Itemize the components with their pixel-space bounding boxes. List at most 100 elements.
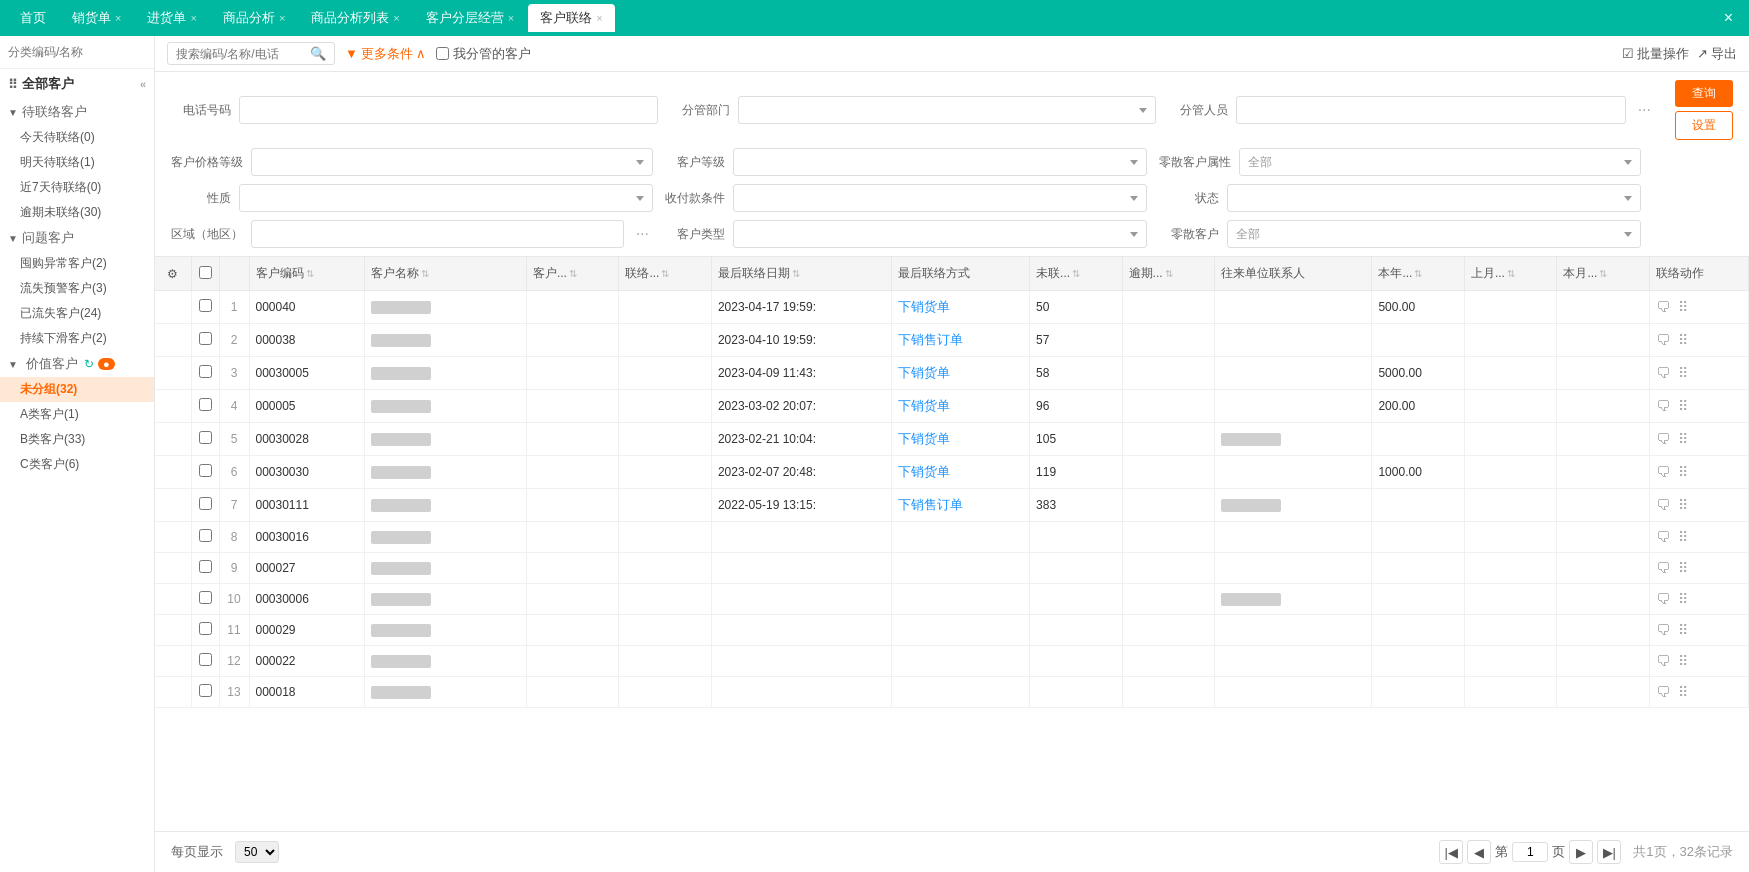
status-select[interactable] xyxy=(1227,184,1641,212)
close-analysis-list-tab[interactable]: × xyxy=(393,12,399,24)
last-method-link-6[interactable]: 下销售订单 xyxy=(898,497,963,512)
sidebar-item-declining[interactable]: 持续下滑客户(2) xyxy=(0,326,154,351)
my-customers-check[interactable] xyxy=(436,47,449,60)
export-btn[interactable]: ↗ 导出 xyxy=(1697,45,1737,63)
more-conditions-btn[interactable]: ▼ 更多条件 ∧ xyxy=(345,45,426,63)
qr-icon-8[interactable]: ⠿ xyxy=(1678,560,1688,576)
price-grade-select[interactable] xyxy=(251,148,653,176)
th-last-method[interactable]: 最后联络方式 xyxy=(892,257,1030,291)
sidebar-item-churned[interactable]: 已流失客户(24) xyxy=(0,301,154,326)
contact-phone-icon-0[interactable]: 🗨 xyxy=(1656,299,1670,315)
nav-tab-customer-segment[interactable]: 客户分层经营 × xyxy=(414,4,526,32)
contact-phone-icon-5[interactable]: 🗨 xyxy=(1656,464,1670,480)
sidebar-item-today[interactable]: 今天待联络(0) xyxy=(0,125,154,150)
row-checkbox-6[interactable] xyxy=(199,497,212,510)
contact-phone-icon-12[interactable]: 🗨 xyxy=(1656,684,1670,700)
phone-input[interactable] xyxy=(239,96,658,124)
contact-phone-icon-6[interactable]: 🗨 xyxy=(1656,497,1670,513)
nav-tab-sales[interactable]: 销货单 × xyxy=(60,4,133,32)
th-type[interactable]: 客户...⇅ xyxy=(526,257,619,291)
th-name[interactable]: 客户名称⇅ xyxy=(364,257,526,291)
sidebar-value-segment-group[interactable]: ▼ 价值客户 ↻ ● xyxy=(0,351,154,377)
th-last-date[interactable]: 最后联络日期⇅ xyxy=(711,257,891,291)
contact-phone-icon-3[interactable]: 🗨 xyxy=(1656,398,1670,414)
row-checkbox-3[interactable] xyxy=(199,398,212,411)
search-input[interactable] xyxy=(176,47,306,61)
page-input[interactable] xyxy=(1512,842,1548,862)
per-page-select[interactable]: 50 xyxy=(235,841,279,863)
sidebar-item-overdue[interactable]: 逾期未联络(30) xyxy=(0,200,154,225)
nav-tab-home[interactable]: 首页 xyxy=(8,9,58,27)
contact-phone-icon-4[interactable]: 🗨 xyxy=(1656,431,1670,447)
sidebar-item-class-a[interactable]: A类客户(1) xyxy=(0,402,154,427)
close-customer-contact-tab[interactable]: × xyxy=(596,12,602,24)
region-input[interactable] xyxy=(251,220,624,248)
last-method-link-5[interactable]: 下销货单 xyxy=(898,464,950,479)
region-more-icon[interactable]: ··· xyxy=(632,225,653,243)
close-analysis-tab[interactable]: × xyxy=(279,12,285,24)
last-method-link-0[interactable]: 下销货单 xyxy=(898,299,950,314)
qr-icon-7[interactable]: ⠿ xyxy=(1678,529,1688,545)
sidebar-item-tomorrow[interactable]: 明天待联络(1) xyxy=(0,150,154,175)
dept-select[interactable] xyxy=(738,96,1157,124)
th-overdue[interactable]: 逾期...⇅ xyxy=(1122,257,1215,291)
sidebar-search-input[interactable] xyxy=(8,45,155,59)
row-checkbox-8[interactable] xyxy=(199,560,212,573)
last-method-link-4[interactable]: 下销货单 xyxy=(898,431,950,446)
qr-icon-1[interactable]: ⠿ xyxy=(1678,332,1688,348)
sidebar-item-class-b[interactable]: B类客户(33) xyxy=(0,427,154,452)
contact-phone-icon-9[interactable]: 🗨 xyxy=(1656,591,1670,607)
nav-tab-analysis-list[interactable]: 商品分析列表 × xyxy=(299,4,411,32)
close-purchase-tab[interactable]: × xyxy=(190,12,196,24)
qr-icon-11[interactable]: ⠿ xyxy=(1678,653,1688,669)
th-settings[interactable]: ⚙ xyxy=(155,257,191,291)
th-code[interactable]: 客户编码⇅ xyxy=(249,257,364,291)
row-checkbox-0[interactable] xyxy=(199,299,212,312)
qr-icon-4[interactable]: ⠿ xyxy=(1678,431,1688,447)
contact-phone-icon-8[interactable]: 🗨 xyxy=(1656,560,1670,576)
row-checkbox-5[interactable] xyxy=(199,464,212,477)
sidebar-item-churn-warning[interactable]: 流失预警客户(3) xyxy=(0,276,154,301)
sidebar-item-ungrouped[interactable]: 未分组(32) xyxy=(0,377,154,402)
query-button[interactable]: 查询 xyxy=(1675,80,1733,107)
last-method-link-2[interactable]: 下销货单 xyxy=(898,365,950,380)
th-this-year[interactable]: 本年...⇅ xyxy=(1372,257,1465,291)
sidebar-item-class-c[interactable]: C类客户(6) xyxy=(0,452,154,477)
row-checkbox-7[interactable] xyxy=(199,529,212,542)
contact-phone-icon-1[interactable]: 🗨 xyxy=(1656,332,1670,348)
sidebar-item-abnormal[interactable]: 囤购异常客户(2) xyxy=(0,251,154,276)
type-select[interactable] xyxy=(733,220,1147,248)
qr-icon-0[interactable]: ⠿ xyxy=(1678,299,1688,315)
sidebar-waiting-contact-group[interactable]: ▼ 待联络客户 xyxy=(0,99,154,125)
th-this-month[interactable]: 本月...⇅ xyxy=(1557,257,1650,291)
nav-tab-analysis[interactable]: 商品分析 × xyxy=(211,4,297,32)
close-sales-tab[interactable]: × xyxy=(115,12,121,24)
qr-icon-3[interactable]: ⠿ xyxy=(1678,398,1688,414)
nav-tab-customer-contact[interactable]: 客户联络 × xyxy=(528,4,614,32)
th-unit-contact[interactable]: 往来单位联系人 xyxy=(1215,257,1372,291)
qr-icon-5[interactable]: ⠿ xyxy=(1678,464,1688,480)
qr-icon-6[interactable]: ⠿ xyxy=(1678,497,1688,513)
reset-button[interactable]: 设置 xyxy=(1675,111,1733,140)
retail-select[interactable]: 全部 xyxy=(1227,220,1641,248)
grade-select[interactable] xyxy=(733,148,1147,176)
row-checkbox-9[interactable] xyxy=(199,591,212,604)
contact-phone-icon-11[interactable]: 🗨 xyxy=(1656,653,1670,669)
th-last-month[interactable]: 上月...⇅ xyxy=(1464,257,1557,291)
row-checkbox-12[interactable] xyxy=(199,684,212,697)
sidebar-all-customers[interactable]: ⠿ 全部客户 « xyxy=(0,69,154,99)
batch-operate-btn[interactable]: ☑ 批量操作 xyxy=(1622,45,1689,63)
th-no-contact[interactable]: 未联...⇅ xyxy=(1030,257,1123,291)
nature-select[interactable] xyxy=(239,184,653,212)
last-page-btn[interactable]: ▶| xyxy=(1597,840,1621,864)
last-method-link-3[interactable]: 下销货单 xyxy=(898,398,950,413)
qr-icon-2[interactable]: ⠿ xyxy=(1678,365,1688,381)
person-more-icon[interactable]: ··· xyxy=(1634,101,1655,119)
row-checkbox-10[interactable] xyxy=(199,622,212,635)
row-checkbox-11[interactable] xyxy=(199,653,212,666)
contact-phone-icon-10[interactable]: 🗨 xyxy=(1656,622,1670,638)
row-checkbox-1[interactable] xyxy=(199,332,212,345)
th-contact[interactable]: 联络...⇅ xyxy=(619,257,712,291)
person-input[interactable] xyxy=(1236,96,1625,124)
sidebar-problem-customers-group[interactable]: ▼ 问题客户 xyxy=(0,225,154,251)
